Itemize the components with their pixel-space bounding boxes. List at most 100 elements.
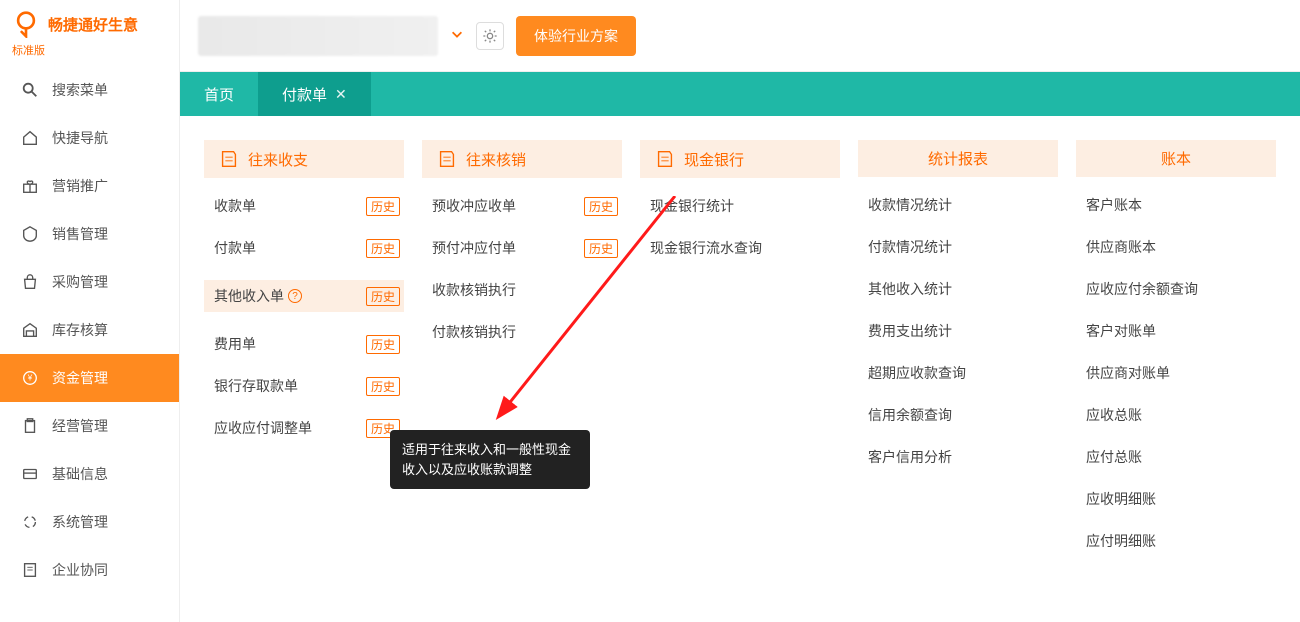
menu-item[interactable]: 供应商对账单	[1076, 363, 1276, 383]
menu-item-label: 应收总账	[1086, 405, 1142, 425]
sidebar-item-label: 基础信息	[52, 464, 108, 484]
menu-item-label: 付款单	[214, 238, 256, 258]
org-icon	[20, 560, 40, 580]
column-2: 现金银行现金银行统计现金银行流水查询	[640, 140, 840, 258]
history-tag[interactable]: 历史	[366, 377, 400, 396]
menu-item[interactable]: 费用单 历史	[204, 334, 404, 354]
menu-item-label: 付款核销执行	[432, 322, 516, 342]
menu-item[interactable]: 客户账本	[1076, 195, 1276, 215]
menu-item[interactable]: 信用余额查询	[858, 405, 1058, 425]
sidebar-item-10[interactable]: 企业协同	[0, 546, 179, 594]
menu-item-label: 其他收入统计	[868, 279, 952, 299]
help-icon[interactable]: ?	[288, 289, 302, 303]
menu-item[interactable]: 银行存取款单 历史	[204, 376, 404, 396]
menu-item[interactable]: 付款情况统计	[858, 237, 1058, 257]
chevron-down-icon[interactable]	[450, 27, 464, 44]
menu-item[interactable]: 应付明细账	[1076, 531, 1276, 551]
sidebar-item-4[interactable]: 采购管理	[0, 258, 179, 306]
column-1: 往来核销预收冲应收单历史预付冲应付单历史收款核销执行付款核销执行	[422, 140, 622, 342]
sidebar-item-6[interactable]: ¥资金管理	[0, 354, 179, 402]
menu-item-label: 银行存取款单	[214, 376, 298, 396]
tab-0[interactable]: 首页	[180, 72, 258, 116]
menu-item[interactable]: 其他收入单?历史	[204, 280, 404, 312]
menu-item[interactable]: 应收应付调整单历史	[204, 418, 404, 438]
menu-item-label: 费用单	[214, 334, 256, 354]
gift-icon	[20, 176, 40, 196]
sidebar-item-5[interactable]: 库存核算	[0, 306, 179, 354]
column-body: 收款情况统计付款情况统计其他收入统计费用支出统计超期应收款查询信用余额查询客户信…	[858, 177, 1058, 467]
history-tag[interactable]: 历史	[366, 287, 400, 306]
menu-item[interactable]: 预收冲应收单历史	[422, 196, 622, 216]
menu-item[interactable]: 预付冲应付单历史	[422, 238, 622, 258]
menu-item-label: 供应商账本	[1086, 237, 1156, 257]
search-icon	[20, 80, 40, 100]
menu-item-label: 收款核销执行	[432, 280, 516, 300]
sidebar-item-9[interactable]: 系统管理	[0, 498, 179, 546]
column-title: 往来核销	[466, 149, 526, 170]
menu-item[interactable]: 其他收入统计	[858, 279, 1058, 299]
menu-item[interactable]: 应收总账	[1076, 405, 1276, 425]
column-body: 客户账本供应商账本应收应付余额查询客户对账单供应商对账单应收总账应付总账应收明细…	[1076, 177, 1276, 551]
tab-1[interactable]: 付款单 ✕	[258, 72, 371, 116]
column-body: 现金银行统计现金银行流水查询	[640, 178, 840, 258]
sidebar-item-label: 库存核算	[52, 320, 108, 340]
tab-label: 付款单	[282, 84, 327, 105]
menu-item[interactable]: 现金银行统计	[640, 196, 840, 216]
sidebar-item-7[interactable]: 经营管理	[0, 402, 179, 450]
menu-item[interactable]: 超期应收款查询	[858, 363, 1058, 383]
column-body: 预收冲应收单历史预付冲应付单历史收款核销执行付款核销执行	[422, 178, 622, 342]
card-icon	[20, 464, 40, 484]
menu-item[interactable]: 费用支出统计	[858, 321, 1058, 341]
sidebar-item-label: 营销推广	[52, 176, 108, 196]
menu-item[interactable]: 收款情况统计	[858, 195, 1058, 215]
menu-item-label: 应付总账	[1086, 447, 1142, 467]
column-header: 往来核销	[422, 140, 622, 178]
menu-item[interactable]: 付款核销执行	[422, 322, 622, 342]
tab-label: 首页	[204, 84, 234, 105]
column-header: 账本	[1076, 140, 1276, 177]
menu-item[interactable]: 供应商账本	[1076, 237, 1276, 257]
menu-item[interactable]: 客户对账单	[1076, 321, 1276, 341]
logo-icon	[12, 10, 40, 38]
menu-item-label: 信用余额查询	[868, 405, 952, 425]
menu-item[interactable]: 收款单 历史	[204, 196, 404, 216]
history-tag[interactable]: 历史	[366, 239, 400, 258]
gear-icon[interactable]	[476, 22, 504, 50]
column-title: 账本	[1161, 148, 1191, 169]
account-selector-blurred[interactable]	[198, 16, 438, 56]
column-title: 往来收支	[248, 149, 308, 170]
menu-item[interactable]: 应付总账	[1076, 447, 1276, 467]
menu-item-label: 收款单	[214, 196, 256, 216]
menu-item-label: 应付明细账	[1086, 531, 1156, 551]
menu-item[interactable]: 应收应付余额查询	[1076, 279, 1276, 299]
badge-icon	[20, 224, 40, 244]
menu-item-label: 付款情况统计	[868, 237, 952, 257]
logo-title: 畅捷通好生意	[48, 14, 138, 35]
history-tag[interactable]: 历史	[366, 197, 400, 216]
menu-item[interactable]: 应收明细账	[1076, 489, 1276, 509]
sidebar-item-3[interactable]: 销售管理	[0, 210, 179, 258]
close-icon[interactable]: ✕	[335, 86, 347, 103]
menu-item[interactable]: 付款单 历史	[204, 238, 404, 258]
sidebar-item-label: 采购管理	[52, 272, 108, 292]
sidebar-item-0[interactable]: 搜索菜单	[0, 66, 179, 114]
sidebar-item-8[interactable]: 基础信息	[0, 450, 179, 498]
history-tag[interactable]: 历史	[366, 335, 400, 354]
clipboard-icon	[20, 416, 40, 436]
menu-item-label: 收款情况统计	[868, 195, 952, 215]
history-tag[interactable]: 历史	[584, 239, 618, 258]
menu-item[interactable]: 收款核销执行	[422, 280, 622, 300]
column-0: 往来收支收款单历史付款单历史其他收入单?历史费用单历史银行存取款单历史应收应付调…	[204, 140, 404, 438]
industry-plan-button[interactable]: 体验行业方案	[516, 16, 636, 56]
menu-item-label: 客户账本	[1086, 195, 1142, 215]
sidebar-item-1[interactable]: 快捷导航	[0, 114, 179, 162]
menu-item[interactable]: 现金银行流水查询	[640, 238, 840, 258]
history-tag[interactable]: 历史	[584, 197, 618, 216]
column-body: 收款单历史付款单历史其他收入单?历史费用单历史银行存取款单历史应收应付调整单历史	[204, 178, 404, 438]
menu-item-label: 客户对账单	[1086, 321, 1156, 341]
content: 往来收支收款单历史付款单历史其他收入单?历史费用单历史银行存取款单历史应收应付调…	[180, 116, 1300, 622]
menu-item-label: 现金银行统计	[650, 196, 734, 216]
sidebar-item-2[interactable]: 营销推广	[0, 162, 179, 210]
tooltip: 适用于往来收入和一般性现金收入以及应收账款调整	[390, 430, 590, 489]
menu-item[interactable]: 客户信用分析	[858, 447, 1058, 467]
